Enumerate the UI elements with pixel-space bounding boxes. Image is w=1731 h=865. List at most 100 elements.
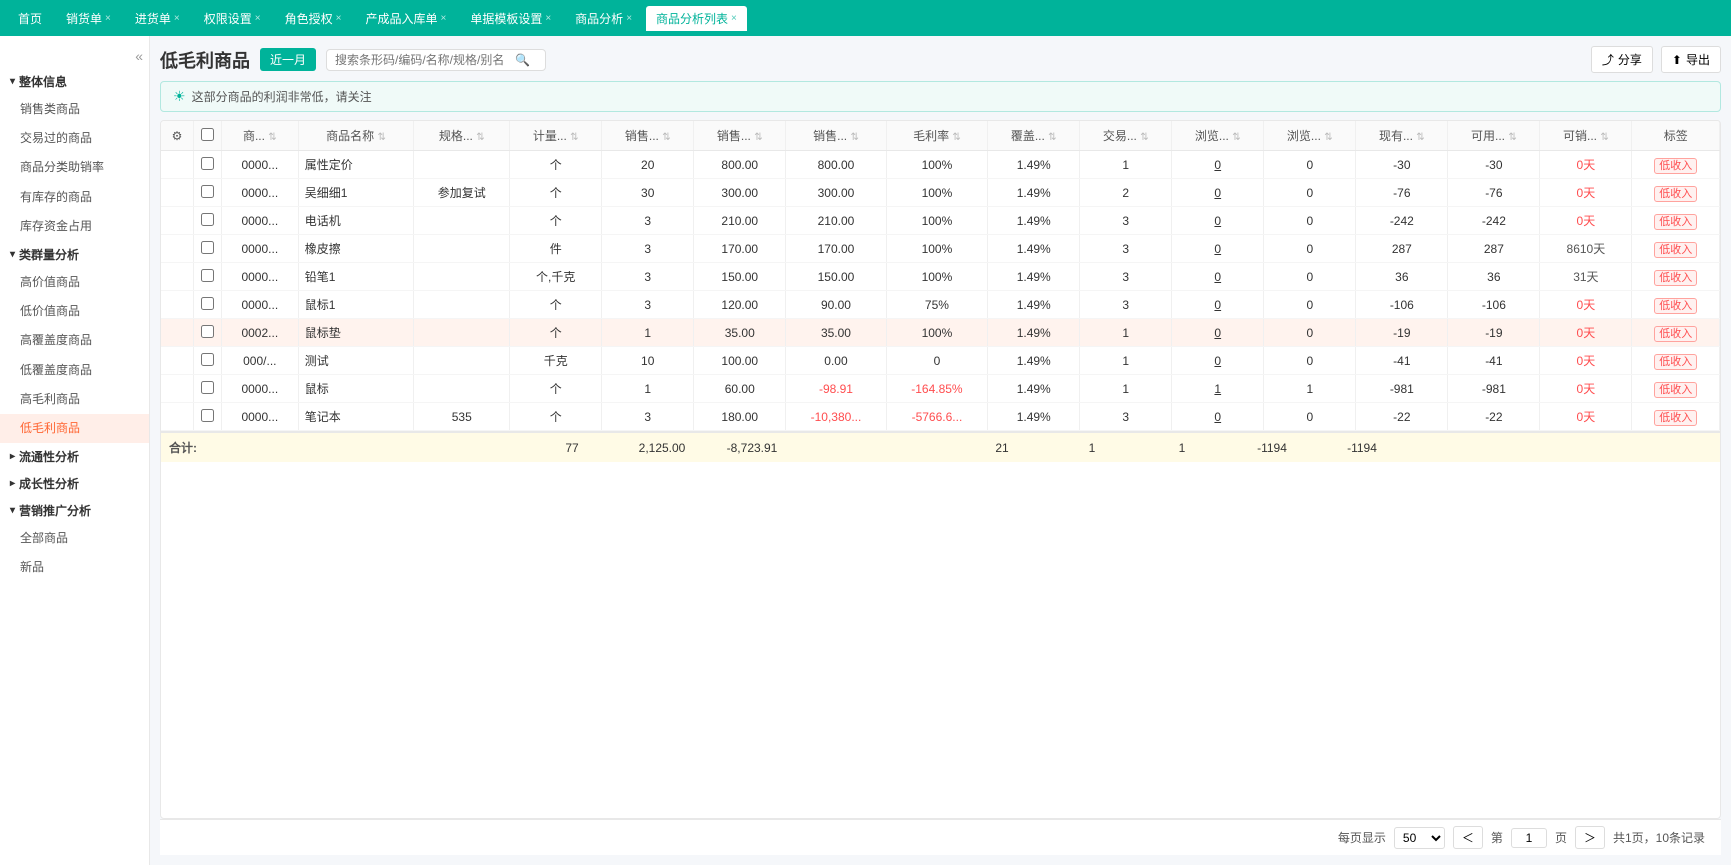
close-icon[interactable]: × bbox=[255, 13, 261, 24]
col-checkbox[interactable] bbox=[193, 121, 221, 151]
col-sale-amount[interactable]: 销售... ⇅ bbox=[786, 121, 886, 151]
sidebar-group-circulation[interactable]: ▸ 流通性分析 bbox=[0, 443, 149, 470]
period-tag-btn[interactable]: 近一月 bbox=[260, 48, 316, 71]
row-sale-qty-3: 3 bbox=[602, 235, 694, 263]
sidebar-item-high-coverage[interactable]: 高覆盖度商品 bbox=[0, 326, 149, 355]
close-icon[interactable]: × bbox=[626, 13, 632, 24]
row-code-9: 0000... bbox=[221, 403, 298, 431]
col-settings[interactable]: ⚙ bbox=[161, 121, 193, 151]
col-name[interactable]: 商品名称 ⇅ bbox=[298, 121, 414, 151]
close-icon[interactable]: × bbox=[105, 13, 111, 24]
page-input[interactable] bbox=[1511, 828, 1547, 848]
close-icon[interactable]: × bbox=[440, 13, 446, 24]
sidebar-item-low-coverage[interactable]: 低覆盖度商品 bbox=[0, 356, 149, 385]
row-checkbox-2[interactable] bbox=[193, 207, 221, 235]
col-tag[interactable]: 标签 bbox=[1632, 121, 1720, 151]
row-view1-6[interactable]: 0 bbox=[1172, 319, 1264, 347]
nav-item-home[interactable]: 首页 bbox=[8, 6, 52, 31]
row-tag-0: 低收入 bbox=[1632, 151, 1720, 179]
close-icon[interactable]: × bbox=[174, 13, 180, 24]
nav-item-product[interactable]: 产成品入库单 × bbox=[355, 6, 456, 31]
nav-item-purchase[interactable]: 进货单 × bbox=[125, 6, 190, 31]
next-page-btn[interactable]: ＞ bbox=[1575, 826, 1605, 849]
sidebar-item-low-margin[interactable]: 低毛利商品 bbox=[0, 414, 149, 443]
sidebar-group-general[interactable]: ▾ 整体信息 bbox=[0, 68, 149, 95]
sidebar-item-traded-goods[interactable]: 交易过的商品 bbox=[0, 124, 149, 153]
nav-item-template[interactable]: 单据模板设置 × bbox=[460, 6, 561, 31]
nav-item-analysis[interactable]: 商品分析 × bbox=[565, 6, 642, 31]
row-view1-1[interactable]: 0 bbox=[1172, 179, 1264, 207]
row-view2-6: 0 bbox=[1264, 319, 1356, 347]
sidebar-item-low-value[interactable]: 低价值商品 bbox=[0, 297, 149, 326]
nav-item-permissions[interactable]: 权限设置 × bbox=[194, 6, 271, 31]
row-view1-7[interactable]: 0 bbox=[1172, 347, 1264, 375]
col-coverage[interactable]: 覆盖... ⇅ bbox=[988, 121, 1080, 151]
col-view1[interactable]: 浏览... ⇅ bbox=[1172, 121, 1264, 151]
sidebar-group-marketing[interactable]: ▾ 营销推广分析 bbox=[0, 497, 149, 524]
select-all-checkbox[interactable] bbox=[201, 128, 214, 141]
col-sale-price[interactable]: 销售... ⇅ bbox=[694, 121, 786, 151]
export-button[interactable]: ⬆ 导出 bbox=[1661, 46, 1721, 73]
nav-item-sales[interactable]: 销货单 × bbox=[56, 6, 121, 31]
page-size-select[interactable]: 50 20 100 bbox=[1394, 827, 1445, 849]
row-view1-9[interactable]: 0 bbox=[1172, 403, 1264, 431]
row-checkbox-7[interactable] bbox=[193, 347, 221, 375]
row-checkbox-0[interactable] bbox=[193, 151, 221, 179]
row-available-7: -41 bbox=[1448, 347, 1540, 375]
row-settings-5 bbox=[161, 291, 193, 319]
prev-page-btn[interactable]: ＜ bbox=[1453, 826, 1483, 849]
col-unit[interactable]: 计量... ⇅ bbox=[510, 121, 602, 151]
row-available-9: -22 bbox=[1448, 403, 1540, 431]
row-checkbox-5[interactable] bbox=[193, 291, 221, 319]
search-icon[interactable]: 🔍 bbox=[515, 53, 530, 67]
search-input[interactable] bbox=[335, 53, 515, 67]
sidebar-collapse-btn[interactable]: « bbox=[0, 44, 149, 68]
col-view2[interactable]: 浏览... ⇅ bbox=[1264, 121, 1356, 151]
sidebar-item-capital[interactable]: 库存资金占用 bbox=[0, 212, 149, 241]
row-checkbox-3[interactable] bbox=[193, 235, 221, 263]
row-coverage-4: 1.49% bbox=[988, 263, 1080, 291]
sidebar-group-growth[interactable]: ▸ 成长性分析 bbox=[0, 470, 149, 497]
close-icon[interactable]: × bbox=[731, 13, 737, 24]
sidebar-item-new-goods[interactable]: 新品 bbox=[0, 553, 149, 582]
col-spec[interactable]: 规格... ⇅ bbox=[414, 121, 510, 151]
sidebar-item-category-rate[interactable]: 商品分类助销率 bbox=[0, 153, 149, 182]
row-spec-5 bbox=[414, 291, 510, 319]
row-view1-8[interactable]: 1 bbox=[1172, 375, 1264, 403]
sidebar-item-high-margin[interactable]: 高毛利商品 bbox=[0, 385, 149, 414]
sidebar-item-stock-goods[interactable]: 有库存的商品 bbox=[0, 183, 149, 212]
row-spec-9: 535 bbox=[414, 403, 510, 431]
row-available-5: -106 bbox=[1448, 291, 1540, 319]
col-sellable[interactable]: 可销... ⇅ bbox=[1540, 121, 1632, 151]
row-view1-4[interactable]: 0 bbox=[1172, 263, 1264, 291]
row-view1-0[interactable]: 0 bbox=[1172, 151, 1264, 179]
close-icon[interactable]: × bbox=[336, 13, 342, 24]
col-code[interactable]: 商... ⇅ bbox=[221, 121, 298, 151]
nav-item-analysis-list[interactable]: 商品分析列表 × bbox=[646, 6, 747, 31]
footer-sale-amount: -8,723.91 bbox=[717, 441, 787, 455]
col-gross-margin[interactable]: 毛利率 ⇅ bbox=[886, 121, 988, 151]
row-checkbox-4[interactable] bbox=[193, 263, 221, 291]
row-tag-7: 低收入 bbox=[1632, 347, 1720, 375]
row-checkbox-9[interactable] bbox=[193, 403, 221, 431]
row-checkbox-8[interactable] bbox=[193, 375, 221, 403]
row-checkbox-1[interactable] bbox=[193, 179, 221, 207]
col-sale-qty[interactable]: 销售... ⇅ bbox=[602, 121, 694, 151]
row-settings-2 bbox=[161, 207, 193, 235]
row-sale-amount-8: -98.91 bbox=[786, 375, 886, 403]
sidebar-group-cluster[interactable]: ▾ 类群量分析 bbox=[0, 241, 149, 268]
share-button[interactable]: ⤴ 分享 bbox=[1591, 46, 1653, 73]
col-current[interactable]: 现有... ⇅ bbox=[1356, 121, 1448, 151]
row-view1-2[interactable]: 0 bbox=[1172, 207, 1264, 235]
sidebar-item-all-goods[interactable]: 全部商品 bbox=[0, 524, 149, 553]
nav-item-role[interactable]: 角色授权 × bbox=[275, 6, 352, 31]
col-trade[interactable]: 交易... ⇅ bbox=[1080, 121, 1172, 151]
row-checkbox-6[interactable] bbox=[193, 319, 221, 347]
row-view1-5[interactable]: 0 bbox=[1172, 291, 1264, 319]
row-view1-3[interactable]: 0 bbox=[1172, 235, 1264, 263]
sidebar-item-sales-goods[interactable]: 销售类商品 bbox=[0, 95, 149, 124]
sidebar-item-high-value[interactable]: 高价值商品 bbox=[0, 268, 149, 297]
row-name-1: 吴细细1 bbox=[298, 179, 414, 207]
close-icon[interactable]: × bbox=[545, 13, 551, 24]
col-available[interactable]: 可用... ⇅ bbox=[1448, 121, 1540, 151]
